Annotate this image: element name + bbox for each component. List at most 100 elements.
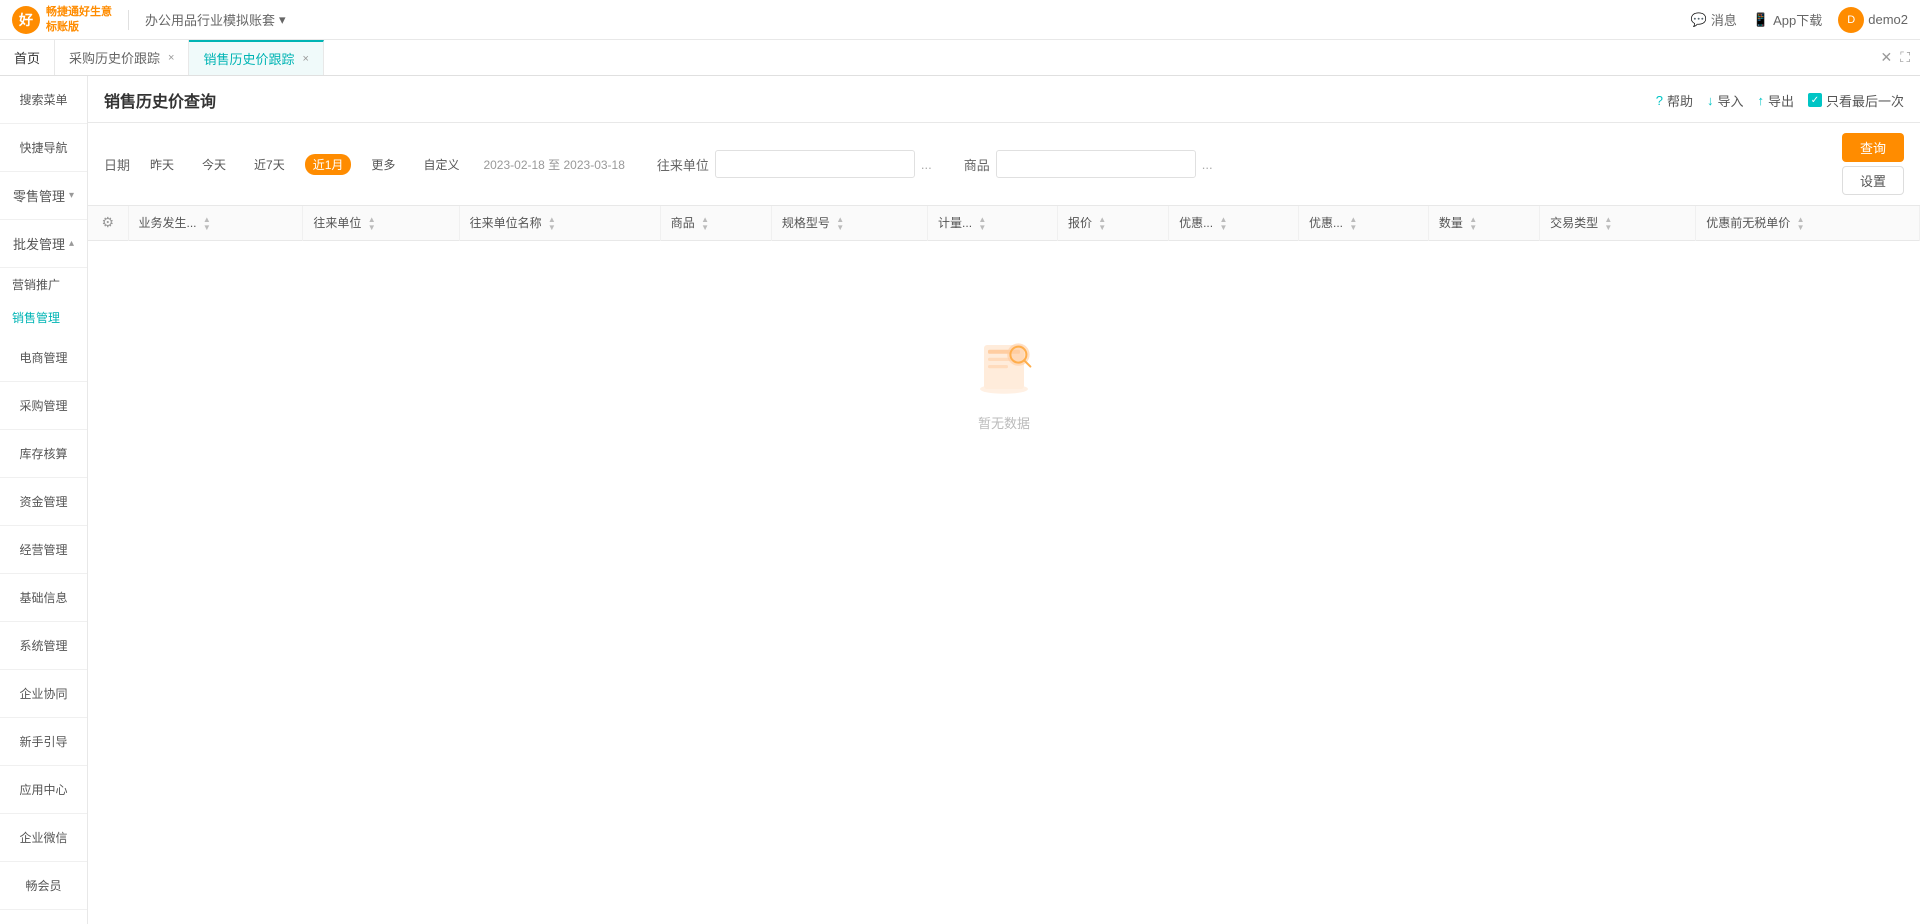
- check-icon: ✓: [1811, 95, 1819, 106]
- sidebar-item-finance[interactable]: 资金管理: [0, 478, 87, 526]
- source-unit-field: 往来单位 ...: [657, 150, 932, 178]
- marketing-label: 营销推广: [12, 276, 60, 293]
- sidebar-item-inventory[interactable]: 库存核算: [0, 430, 87, 478]
- product-label: 商品: [964, 155, 990, 174]
- top-divider: [128, 10, 129, 30]
- enterprise-label: 企业协同: [19, 685, 67, 702]
- date-range-display: 2023-02-18 至 2023-03-18: [483, 156, 624, 173]
- tab-sales-close[interactable]: ×: [302, 53, 308, 65]
- phone-icon: 📱: [1753, 12, 1769, 28]
- th-discount1[interactable]: 优惠... ▲▼: [1169, 206, 1299, 240]
- workspace-name: 办公用品行业模拟账套: [145, 10, 275, 29]
- tab-home-label: 首页: [14, 48, 40, 67]
- sort-unit-measure: ▲▼: [978, 216, 986, 232]
- th-unit-code[interactable]: 往来单位 ▲▼: [303, 206, 459, 240]
- sidebar-item-guide[interactable]: 新手引导: [0, 718, 87, 766]
- help-btn[interactable]: ? 帮助: [1656, 91, 1693, 110]
- import-icon: ↓: [1707, 93, 1714, 108]
- import-label: 导入: [1717, 91, 1743, 110]
- sidebar: 搜索菜单 快捷导航 零售管理 ▾ 批发管理 ▴ 营销推广 销售管理 电商管理 采…: [0, 76, 88, 924]
- export-icon: ↑: [1757, 93, 1764, 108]
- sort-unit-name: ▲▼: [548, 216, 556, 232]
- operations-label: 经营管理: [19, 541, 67, 558]
- sort-discount2: ▲▼: [1349, 216, 1357, 232]
- tab-sales[interactable]: 销售历史价跟踪 ×: [189, 40, 323, 75]
- message-label: 消息: [1711, 10, 1737, 29]
- date-more-btn[interactable]: 更多: [363, 154, 403, 175]
- table-container: ⚙ 业务发生... ▲▼ 往来单位 ▲▼ 往来单位名称 ▲▼: [88, 206, 1920, 924]
- sidebar-item-apps[interactable]: 应用中心: [0, 766, 87, 814]
- page-title-row: 销售历史价查询 ? 帮助 ↓ 导入 ↑ 导出: [104, 88, 1904, 112]
- wholesale-arrow: ▴: [69, 238, 74, 249]
- sort-unit-code: ▲▼: [368, 216, 376, 232]
- app-download-btn[interactable]: 📱 App下载: [1753, 10, 1822, 29]
- only-last-checkbox[interactable]: ✓ 只看最后一次: [1808, 91, 1904, 110]
- product-input[interactable]: [996, 150, 1196, 178]
- tab-purchase-close[interactable]: ×: [168, 52, 174, 64]
- settings-btn[interactable]: 设置: [1842, 166, 1904, 195]
- sidebar-item-search[interactable]: 搜索菜单: [0, 76, 87, 124]
- sort-price: ▲▼: [1098, 216, 1106, 232]
- page-title: 销售历史价查询: [104, 88, 216, 112]
- sidebar-item-wholesale[interactable]: 批发管理 ▴: [0, 220, 87, 268]
- th-product[interactable]: 商品 ▲▼: [660, 206, 771, 240]
- sidebar-item-wechat[interactable]: 企业微信: [0, 814, 87, 862]
- query-btn[interactable]: 查询: [1842, 133, 1904, 162]
- finance-label: 资金管理: [19, 493, 67, 510]
- sidebar-item-ecommerce[interactable]: 电商管理: [0, 334, 87, 382]
- tab-actions: ✕ ⛶: [1870, 40, 1920, 75]
- tab-home[interactable]: 首页: [0, 40, 55, 75]
- sidebar-item-basic[interactable]: 基础信息: [0, 574, 87, 622]
- export-btn[interactable]: ↑ 导出: [1757, 91, 1794, 110]
- quick-label: 快捷导航: [19, 139, 67, 156]
- system-label: 系统管理: [19, 637, 67, 654]
- th-unit-measure[interactable]: 计量... ▲▼: [928, 206, 1058, 240]
- chevron-down-icon: ▾: [279, 12, 286, 28]
- date-7days-btn[interactable]: 近7天: [246, 154, 293, 175]
- import-btn[interactable]: ↓ 导入: [1707, 91, 1744, 110]
- checkbox-box: ✓: [1808, 93, 1822, 107]
- logo-area: 好 畅捷通好生意 标账版: [12, 5, 112, 34]
- th-biz-date[interactable]: 业务发生... ▲▼: [128, 206, 303, 240]
- date-yesterday-btn[interactable]: 昨天: [142, 154, 182, 175]
- source-unit-dots[interactable]: ...: [921, 157, 932, 172]
- date-today-btn[interactable]: 今天: [194, 154, 234, 175]
- inventory-label: 库存核算: [19, 445, 67, 462]
- sidebar-item-marketing[interactable]: 营销推广: [0, 268, 87, 301]
- sidebar-item-system[interactable]: 系统管理: [0, 622, 87, 670]
- sidebar-item-sales-mgmt[interactable]: 销售管理: [0, 301, 87, 334]
- workspace-selector[interactable]: 办公用品行业模拟账套 ▾: [145, 10, 286, 29]
- sidebar-item-quick[interactable]: 快捷导航: [0, 124, 87, 172]
- empty-text: 暂无数据: [978, 413, 1030, 432]
- gear-icon[interactable]: ⚙: [101, 214, 114, 230]
- sidebar-item-enterprise[interactable]: 企业协同: [0, 670, 87, 718]
- source-unit-input[interactable]: [715, 150, 915, 178]
- tab-spacer: [324, 40, 1871, 75]
- th-price[interactable]: 报价 ▲▼: [1057, 206, 1168, 240]
- th-no-tax-price[interactable]: 优惠前无税单价 ▲▼: [1696, 206, 1920, 240]
- sort-spec: ▲▼: [836, 216, 844, 232]
- sidebar-item-member[interactable]: 畅会员: [0, 862, 87, 910]
- date-custom-btn[interactable]: 自定义: [415, 154, 467, 175]
- th-trade-type[interactable]: 交易类型 ▲▼: [1540, 206, 1696, 240]
- sort-trade-type: ▲▼: [1604, 216, 1612, 232]
- th-spec[interactable]: 规格型号 ▲▼: [771, 206, 927, 240]
- product-dots[interactable]: ...: [1202, 157, 1213, 172]
- tab-purchase[interactable]: 采购历史价跟踪 ×: [55, 40, 189, 75]
- basic-label: 基础信息: [19, 589, 67, 606]
- th-unit-name[interactable]: 往来单位名称 ▲▼: [459, 206, 660, 240]
- tab-fullscreen-icon[interactable]: ⛶: [1900, 49, 1910, 66]
- date-1month-btn[interactable]: 近1月: [305, 154, 352, 175]
- sidebar-item-retail[interactable]: 零售管理 ▾: [0, 172, 87, 220]
- sidebar-item-operations[interactable]: 经营管理: [0, 526, 87, 574]
- sidebar-item-purchase[interactable]: 采购管理: [0, 382, 87, 430]
- message-btn[interactable]: 💬 消息: [1691, 10, 1737, 29]
- tab-close-all-icon[interactable]: ✕: [1880, 49, 1892, 66]
- sort-qty: ▲▼: [1469, 216, 1477, 232]
- user-menu[interactable]: D demo2: [1838, 7, 1908, 33]
- th-qty[interactable]: 数量 ▲▼: [1428, 206, 1539, 240]
- th-discount2[interactable]: 优惠... ▲▼: [1299, 206, 1429, 240]
- logo-text: 畅捷通好生意 标账版: [46, 5, 112, 34]
- wholesale-label: 批发管理: [13, 234, 65, 253]
- retail-arrow: ▾: [69, 190, 74, 201]
